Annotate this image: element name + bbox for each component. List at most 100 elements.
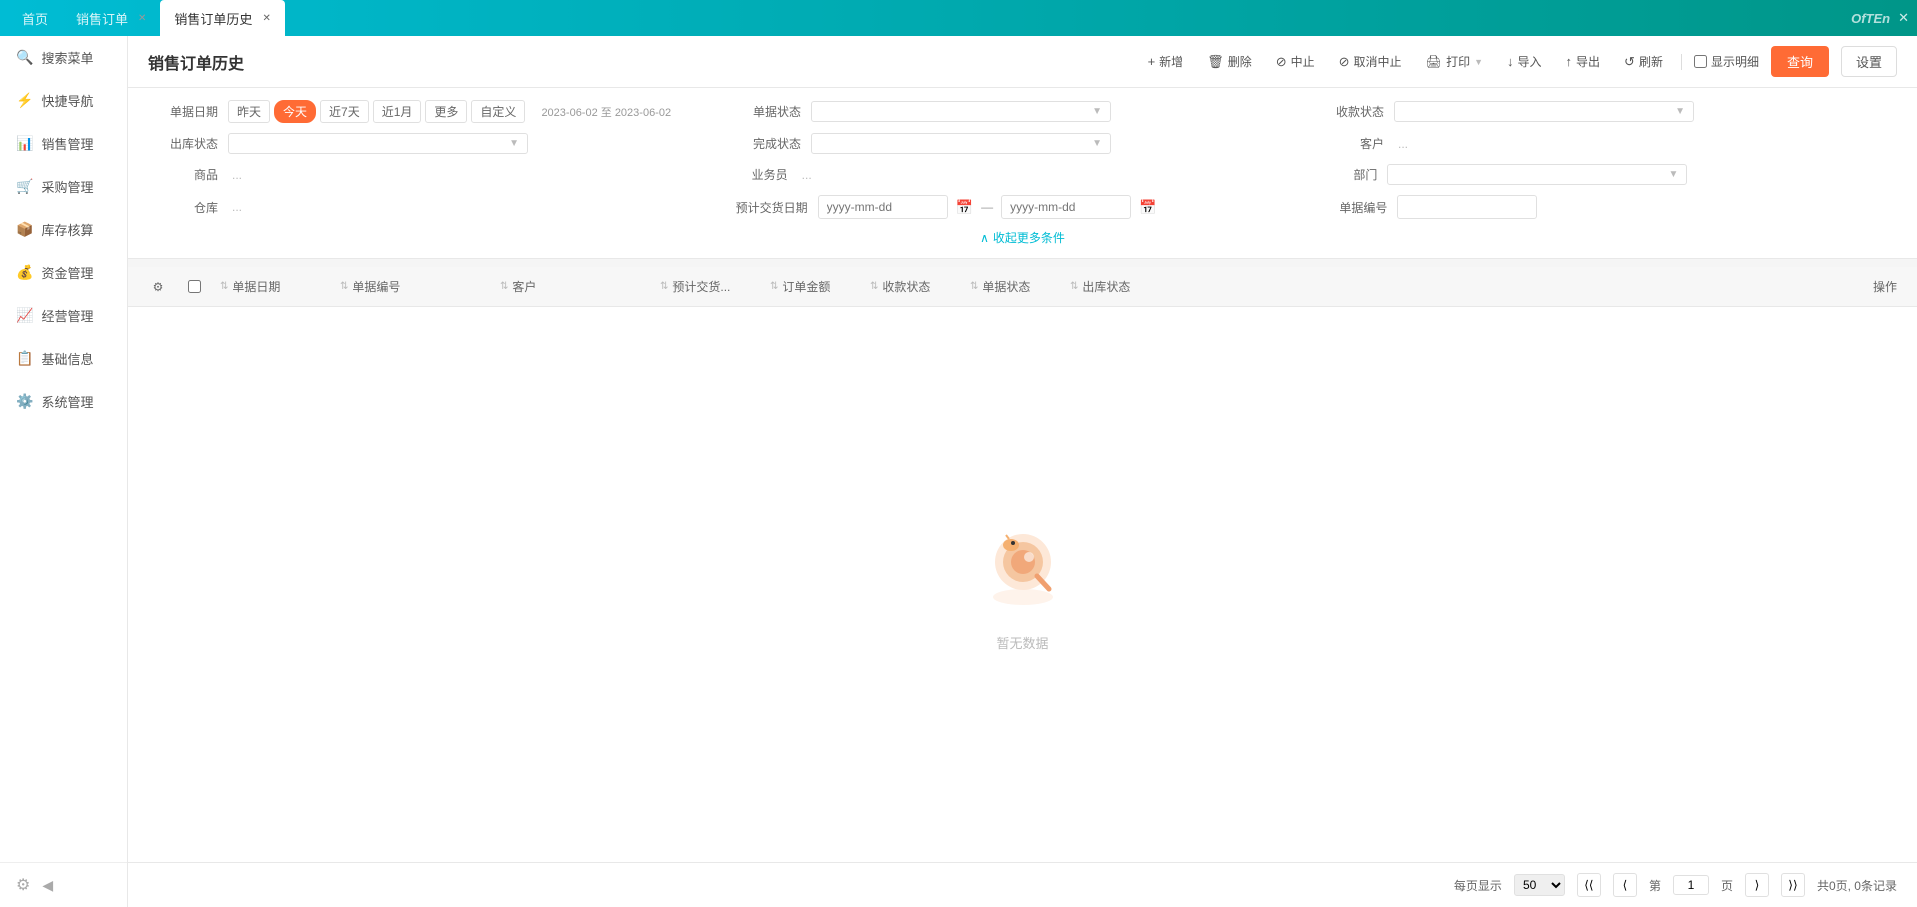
th-payment-status[interactable]: ⇅ 收款状态 bbox=[862, 278, 962, 295]
operations-icon: 📈 bbox=[16, 307, 33, 324]
sort-bill-icon: ⇅ bbox=[970, 281, 978, 292]
tab-home[interactable]: 首页 bbox=[8, 0, 62, 36]
sidebar-item-search-menu[interactable]: 🔍 搜索菜单 bbox=[0, 36, 127, 79]
th-delivery[interactable]: ⇅ 预计交货... bbox=[652, 278, 762, 295]
toolbar: + 新增 🗑 删除 ⊘ 中止 ⊘ 取消中止 🖨 打印 bbox=[1142, 46, 1897, 77]
delete-label: 删除 bbox=[1228, 53, 1252, 70]
purchase-mgmt-icon: 🛒 bbox=[16, 178, 33, 195]
date-today-btn[interactable]: 今天 bbox=[274, 100, 316, 123]
sidebar-item-finance[interactable]: 💰 资金管理 bbox=[0, 251, 127, 294]
th-settings[interactable]: ⚙ bbox=[140, 280, 176, 294]
sidebar-collapse-icon[interactable]: ◀ bbox=[42, 877, 53, 894]
sort-payment-icon: ⇅ bbox=[870, 281, 878, 292]
tab-sales-order[interactable]: 销售订单 ✕ bbox=[62, 0, 160, 36]
filter-row-1: 单据日期 昨天 今天 近7天 近1月 更多 自定义 2023-06-02 至 2… bbox=[148, 100, 1897, 123]
table-area: ⚙ ⇅ 单据日期 ⇅ 单据编号 ⇅ 客户 ⇅ bbox=[128, 267, 1917, 862]
date-more-btn[interactable]: 更多 bbox=[425, 100, 467, 123]
delivery-status-select[interactable]: ▼ bbox=[228, 133, 528, 154]
export-button[interactable]: ↑ 导出 bbox=[1560, 49, 1607, 74]
date-yesterday-btn[interactable]: 昨天 bbox=[228, 100, 270, 123]
customer-picker[interactable]: ... bbox=[1394, 137, 1412, 151]
sort-delivery-status-icon: ⇅ bbox=[1070, 281, 1078, 292]
page-title: 销售订单历史 bbox=[148, 50, 244, 74]
sidebar-item-basic-info[interactable]: 📋 基础信息 bbox=[0, 337, 127, 380]
add-label: 新增 bbox=[1159, 53, 1183, 70]
sidebar-bottom: ⚙ ◀ bbox=[0, 862, 127, 907]
payment-status-select[interactable]: ▼ bbox=[1394, 101, 1694, 122]
sort-customer-icon: ⇅ bbox=[500, 281, 508, 292]
th-amount-label: 订单金额 bbox=[782, 278, 830, 295]
sidebar-item-sales-mgmt[interactable]: 📊 销售管理 bbox=[0, 122, 127, 165]
total-records-text: 共0页, 0条记录 bbox=[1817, 877, 1897, 894]
payment-status-dropdown-icon: ▼ bbox=[1675, 106, 1685, 117]
next-page-btn[interactable]: ⟩ bbox=[1745, 873, 1769, 897]
delivery-status-label: 出库状态 bbox=[148, 135, 228, 152]
sidebar-item-quick-nav[interactable]: ⚡ 快捷导航 bbox=[0, 79, 127, 122]
refresh-button[interactable]: ↺ 刷新 bbox=[1618, 49, 1669, 74]
print-icon: 🖨 bbox=[1426, 54, 1443, 70]
sidebar-item-inventory[interactable]: 📦 库存核算 bbox=[0, 208, 127, 251]
top-bar-right: OfTEn ✕ bbox=[1851, 10, 1909, 26]
sales-mgmt-icon: 📊 bbox=[16, 135, 33, 152]
prev-page-btn[interactable]: ⟨ bbox=[1613, 873, 1637, 897]
sidebar-item-operations[interactable]: 📈 经营管理 bbox=[0, 294, 127, 337]
query-button[interactable]: 查询 bbox=[1771, 46, 1829, 77]
display-toggle-label[interactable]: 显示明细 bbox=[1694, 53, 1759, 70]
bill-status-select[interactable]: ▼ bbox=[811, 101, 1111, 122]
sidebar-settings-icon[interactable]: ⚙ bbox=[16, 875, 30, 895]
page-number-input[interactable] bbox=[1673, 875, 1709, 895]
settings-button[interactable]: 设置 bbox=[1841, 46, 1897, 77]
delivery-date-start-input[interactable] bbox=[818, 195, 948, 219]
filter-row-4: 仓库 ... 预计交货日期 📅 — 📅 单据编号 bbox=[148, 195, 1897, 219]
import-label: 导入 bbox=[1518, 53, 1542, 70]
first-page-btn[interactable]: ⟨⟨ bbox=[1577, 873, 1601, 897]
delivery-date-end-input[interactable] bbox=[1001, 195, 1131, 219]
refresh-label: 刷新 bbox=[1639, 53, 1663, 70]
per-page-select[interactable]: 50 10 20 100 bbox=[1514, 874, 1565, 896]
last-page-btn[interactable]: ⟩⟩ bbox=[1781, 873, 1805, 897]
date-last-month-btn[interactable]: 近1月 bbox=[373, 100, 422, 123]
top-close-btn[interactable]: ✕ bbox=[1898, 10, 1909, 26]
sidebar-item-system-mgmt[interactable]: ⚙️ 系统管理 bbox=[0, 380, 127, 423]
th-checkbox[interactable] bbox=[176, 280, 212, 293]
sales-rep-label: 业务员 bbox=[738, 166, 798, 183]
th-bill-status[interactable]: ⇅ 单据状态 bbox=[962, 278, 1062, 295]
empty-state: 暂无数据 bbox=[128, 307, 1917, 862]
department-label: 部门 bbox=[1307, 166, 1387, 183]
th-action: 操作 bbox=[1162, 278, 1905, 295]
stop-button[interactable]: ⊘ 中止 bbox=[1270, 49, 1321, 74]
print-button[interactable]: 🖨 打印 ▼ bbox=[1420, 49, 1489, 74]
add-button[interactable]: + 新增 bbox=[1142, 49, 1190, 74]
select-all-checkbox[interactable] bbox=[188, 280, 201, 293]
date-last7-btn[interactable]: 近7天 bbox=[320, 100, 369, 123]
brand-label: OfTEn bbox=[1851, 11, 1890, 26]
th-date[interactable]: ⇅ 单据日期 bbox=[212, 278, 332, 295]
date-custom-btn[interactable]: 自定义 bbox=[471, 100, 525, 123]
th-amount[interactable]: ⇅ 订单金额 bbox=[762, 278, 862, 295]
delete-button[interactable]: 🗑 删除 bbox=[1201, 49, 1258, 74]
tab-sales-order-history[interactable]: 销售订单历史 ✕ bbox=[160, 0, 284, 36]
th-number[interactable]: ⇅ 单据编号 bbox=[332, 278, 492, 295]
product-label: 商品 bbox=[148, 166, 228, 183]
warehouse-picker[interactable]: ... bbox=[228, 200, 246, 214]
department-select[interactable]: ▼ bbox=[1387, 164, 1687, 185]
th-customer[interactable]: ⇅ 客户 bbox=[492, 278, 652, 295]
tab-sales-order-close[interactable]: ✕ bbox=[138, 13, 146, 24]
toolbar-divider bbox=[1681, 54, 1682, 70]
tab-sales-order-history-close[interactable]: ✕ bbox=[262, 13, 270, 24]
calendar-start-icon[interactable]: 📅 bbox=[956, 199, 973, 216]
page-label-before: 第 bbox=[1649, 877, 1661, 894]
cancel-stop-button[interactable]: ⊘ 取消中止 bbox=[1333, 49, 1408, 74]
main-layout: 🔍 搜索菜单 ⚡ 快捷导航 📊 销售管理 🛒 采购管理 📦 库存核算 💰 资金管… bbox=[0, 36, 1917, 907]
bill-number-input[interactable] bbox=[1397, 195, 1537, 219]
complete-status-select[interactable]: ▼ bbox=[811, 133, 1111, 154]
product-picker[interactable]: ... bbox=[228, 168, 246, 182]
import-button[interactable]: ↓ 导入 bbox=[1501, 49, 1548, 74]
sales-rep-picker[interactable]: ... bbox=[798, 168, 816, 182]
collapse-button[interactable]: ∧ 收起更多条件 bbox=[980, 229, 1065, 246]
calendar-end-icon[interactable]: 📅 bbox=[1139, 199, 1156, 216]
sidebar-item-purchase-mgmt[interactable]: 🛒 采购管理 bbox=[0, 165, 127, 208]
th-delivery-status[interactable]: ⇅ 出库状态 bbox=[1062, 278, 1162, 295]
display-toggle-checkbox[interactable] bbox=[1694, 55, 1707, 68]
refresh-icon: ↺ bbox=[1624, 54, 1635, 70]
